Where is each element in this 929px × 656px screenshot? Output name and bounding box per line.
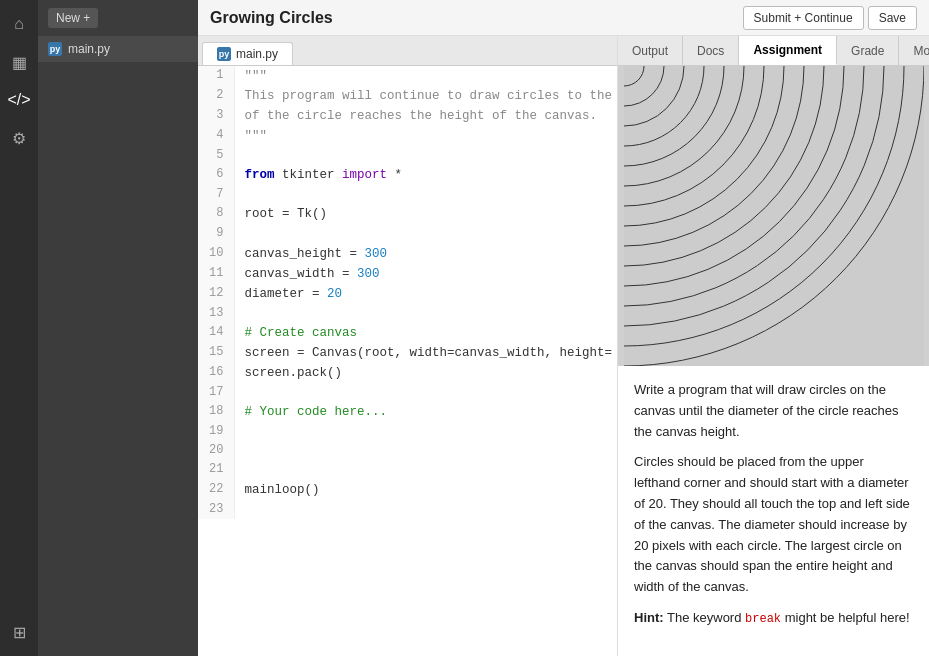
circles-visualization (624, 66, 924, 366)
file-item-label: main.py (68, 42, 110, 56)
code-line-9: 9 (198, 224, 617, 243)
sidebar-icon-settings[interactable]: ⚙ (3, 122, 35, 154)
tab-docs-label: Docs (697, 44, 724, 58)
tab-more-label: More (913, 44, 929, 58)
tab-grade[interactable]: Grade (837, 36, 899, 65)
code-line-17: 17 (198, 383, 617, 402)
code-line-14: 14 # Create canvas (198, 323, 617, 343)
canvas-preview (618, 66, 929, 366)
code-line-18: 18 # Your code here... (198, 402, 617, 422)
tab-python-icon: py (217, 47, 231, 61)
right-content: Write a program that will draw circles o… (618, 66, 929, 656)
assignment-paragraph-2: Circles should be placed from the upper … (634, 452, 913, 598)
file-panel: New + py main.py (38, 0, 198, 656)
code-line-5: 5 (198, 146, 617, 165)
code-line-4: 4 """ (198, 126, 617, 146)
right-tabs-bar: Output Docs Assignment Grade More (618, 36, 929, 66)
code-line-7: 7 (198, 185, 617, 204)
top-bar: Growing Circles Submit + Continue Save (198, 0, 929, 36)
hint-end: might be helpful here! (785, 610, 910, 625)
editor-tabs-bar: py main.py (198, 36, 617, 66)
hint-break-keyword: break (745, 612, 781, 626)
code-line-19: 19 (198, 422, 617, 441)
tab-docs[interactable]: Docs (683, 36, 739, 65)
content-split: py main.py 1 """ 2 This program will con… (198, 36, 929, 656)
tab-output[interactable]: Output (618, 36, 683, 65)
code-line-15: 15 screen = Canvas(root, width=canvas_wi… (198, 343, 617, 363)
hint-label: Hint: (634, 610, 664, 625)
page-title: Growing Circles (210, 9, 333, 27)
code-editor[interactable]: 1 """ 2 This program will continue to dr… (198, 66, 617, 656)
submit-button[interactable]: Submit + Continue (743, 6, 864, 30)
sidebar-icon-home[interactable]: ⌂ (3, 8, 35, 40)
new-button[interactable]: New + (48, 8, 98, 28)
sidebar-icon-code[interactable]: </> (3, 84, 35, 116)
right-panel: Output Docs Assignment Grade More (618, 36, 929, 656)
tab-main-py[interactable]: py main.py (202, 42, 293, 65)
code-line-16: 16 screen.pack() (198, 363, 617, 383)
tab-label: main.py (236, 47, 278, 61)
file-item-main-py[interactable]: py main.py (38, 36, 198, 62)
code-line-11: 11 canvas_width = 300 (198, 264, 617, 284)
assignment-text: Write a program that will draw circles o… (618, 366, 929, 653)
python-icon: py (48, 42, 62, 56)
sidebar-icon-bottom[interactable]: ⊞ (3, 616, 35, 648)
editor-section: py main.py 1 """ 2 This program will con… (198, 36, 618, 656)
tab-grade-label: Grade (851, 44, 884, 58)
sidebar: ⌂ ▦ </> ⚙ ⊞ (0, 0, 38, 656)
code-line-20: 20 (198, 441, 617, 460)
code-line-10: 10 canvas_height = 300 (198, 244, 617, 264)
code-line-2: 2 This program will continue to draw cir… (198, 86, 617, 106)
code-line-6: 6 from tkinter import * (198, 165, 617, 185)
code-line-23: 23 (198, 500, 617, 519)
sidebar-icon-calendar[interactable]: ▦ (3, 46, 35, 78)
code-line-13: 13 (198, 304, 617, 323)
code-line-12: 12 diameter = 20 (198, 284, 617, 304)
tab-more[interactable]: More (899, 36, 929, 65)
main-area: Growing Circles Submit + Continue Save p… (198, 0, 929, 656)
save-button[interactable]: Save (868, 6, 917, 30)
code-line-8: 8 root = Tk() (198, 204, 617, 224)
assignment-hint: Hint: The keyword break might be helpful… (634, 608, 913, 629)
tab-assignment-label: Assignment (753, 43, 822, 57)
file-panel-header: New + (38, 0, 198, 36)
hint-text: The keyword (667, 610, 745, 625)
top-actions: Submit + Continue Save (743, 6, 917, 30)
code-line-1: 1 """ (198, 66, 617, 86)
tab-assignment[interactable]: Assignment (739, 36, 837, 65)
assignment-paragraph-1: Write a program that will draw circles o… (634, 380, 913, 442)
code-line-3: 3 of the circle reaches the height of th… (198, 106, 617, 126)
tab-output-label: Output (632, 44, 668, 58)
code-line-22: 22 mainloop() (198, 480, 617, 500)
code-line-21: 21 (198, 460, 617, 479)
